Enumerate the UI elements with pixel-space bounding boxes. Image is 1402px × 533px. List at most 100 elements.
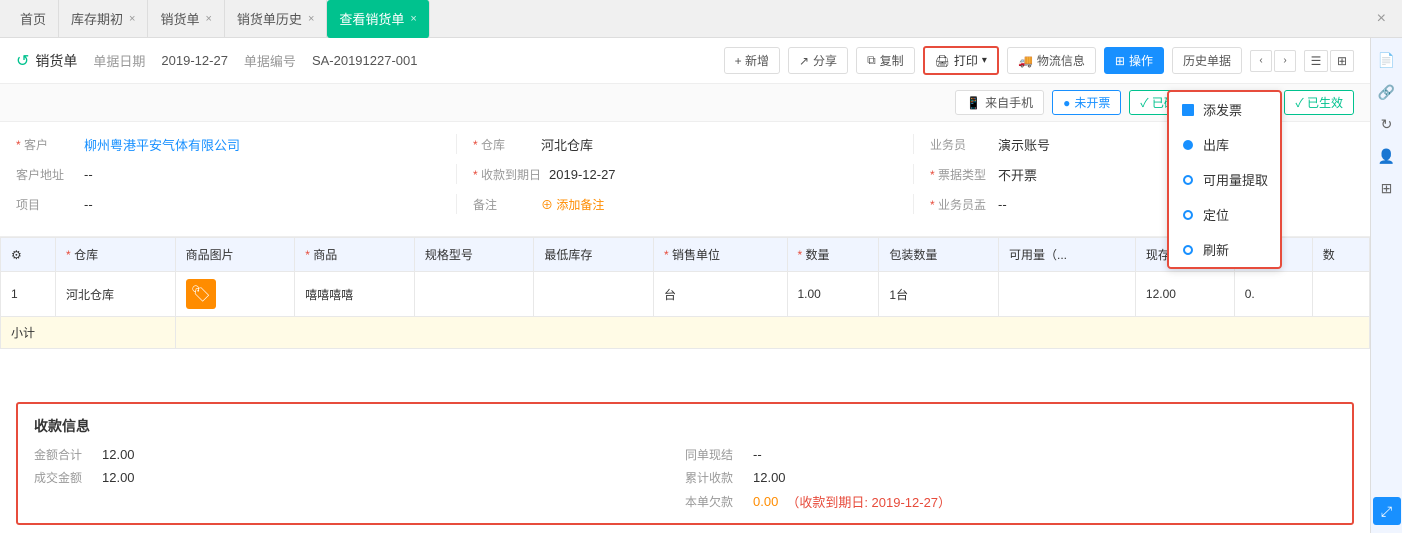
- staff2-label: 业务员盂: [930, 196, 990, 213]
- number-label: 单据编号: [244, 51, 296, 70]
- refresh-item[interactable]: 刷新: [1169, 232, 1280, 267]
- row-available: [998, 272, 1135, 317]
- list-view-button[interactable]: ☰: [1304, 50, 1328, 72]
- out-warehouse-item[interactable]: 出库: [1169, 127, 1280, 162]
- available-extract-icon: [1181, 173, 1195, 187]
- history-button[interactable]: 历史单据: [1172, 47, 1242, 74]
- tab-view-sales[interactable]: 查看销货单 ×: [327, 0, 429, 38]
- sidebar-expand-icon[interactable]: ⤢: [1373, 497, 1401, 525]
- doc-actions: + 新增 ↗ 分享 ⧉ 复制 🖨 打印 ▾ 🚚 物流信息: [724, 46, 1354, 75]
- due-date-field: 收款到期日 2019-12-27: [473, 166, 897, 183]
- row-num: 1: [1, 272, 56, 317]
- amount-total-row: 金额合计 12.00: [34, 446, 685, 463]
- effective-badge: ✓ 已生效: [1284, 90, 1354, 115]
- row-unit: 台: [654, 272, 787, 317]
- sidebar-user-icon[interactable]: 👤: [1373, 142, 1401, 170]
- staff-label: 业务员: [930, 136, 990, 153]
- global-close-button[interactable]: ×: [1369, 10, 1394, 28]
- col-available: 可用量（...: [998, 238, 1135, 272]
- col-product: 商品: [295, 238, 415, 272]
- document-header: ↺ 销货单 单据日期 2019-12-27 单据编号 SA-20191227-0…: [0, 38, 1370, 84]
- col-unit: 销售单位: [654, 238, 787, 272]
- grid-view-button[interactable]: ⊞: [1330, 50, 1354, 72]
- not-open-button[interactable]: ● 未开票: [1052, 90, 1121, 115]
- note-label: 备注: [473, 196, 533, 213]
- balance-label: 本单欠款: [685, 493, 745, 510]
- staff2-field: 业务员盂 --: [930, 196, 1354, 213]
- col-spec: 规格型号: [414, 238, 534, 272]
- deal-amount-value: 12.00: [102, 470, 135, 485]
- share-button[interactable]: ↗ 分享: [788, 47, 848, 74]
- tab-sales-order[interactable]: 销货单 ×: [148, 0, 224, 38]
- view-toggle: ☰ ⊞: [1304, 50, 1354, 72]
- doc-title: ↺ 销货单: [16, 51, 77, 71]
- row-qty: 1.00: [787, 272, 879, 317]
- circle-icon: ●: [1063, 96, 1070, 110]
- col-extra: 数: [1312, 238, 1369, 272]
- ticket-type-label: 票据类型: [930, 166, 990, 183]
- amount-total-label: 金额合计: [34, 446, 94, 463]
- available-extract-item[interactable]: 可用量提取: [1169, 162, 1280, 197]
- address-label: 客户地址: [16, 166, 76, 183]
- next-button[interactable]: ›: [1274, 50, 1296, 72]
- tab-home[interactable]: 首页: [8, 0, 59, 38]
- warehouse-field: 仓库 河北仓库: [473, 135, 897, 154]
- customer-value[interactable]: 柳州粤港平安气体有限公司: [84, 135, 240, 154]
- same-order-value: --: [753, 447, 762, 462]
- project-field: 项目 --: [16, 196, 440, 213]
- row-stock: 12.00: [1135, 272, 1234, 317]
- close-tab-inventory[interactable]: ×: [129, 13, 135, 25]
- sidebar-grid-icon[interactable]: ⊞: [1373, 174, 1401, 202]
- data-table: ⚙ 仓库 商品图片 商品 规格型号 最低库存 销售单位 数量 包装数量 可用量（…: [0, 237, 1370, 349]
- payment-info-section: 收款信息 金额合计 12.00 成交金额 12.00 同单现结 --: [16, 402, 1354, 525]
- col-min-stock: 最低库存: [534, 238, 654, 272]
- new-button[interactable]: + 新增: [724, 47, 780, 74]
- balance-row: 本单欠款 0.00 （收款到期日: 2019-12-27）: [685, 492, 1336, 511]
- due-date-label: 收款到期日: [473, 166, 541, 183]
- date-value: 2019-12-27: [161, 53, 228, 68]
- customer-label: 客户: [16, 136, 76, 153]
- sidebar-doc-icon[interactable]: 📄: [1373, 46, 1401, 74]
- operations-button[interactable]: ⊞ 操作: [1104, 47, 1164, 74]
- note-field: 备注 ⊕ 添加备注: [473, 196, 897, 213]
- staff2-value: --: [998, 197, 1007, 212]
- print-dropdown-icon: ▾: [982, 55, 987, 66]
- right-sidebar: 📄 🔗 ↻ 👤 ⊞ ⤢: [1370, 38, 1402, 533]
- locate-icon: [1181, 208, 1195, 222]
- table-header-row: ⚙ 仓库 商品图片 商品 规格型号 最低库存 销售单位 数量 包装数量 可用量（…: [1, 238, 1370, 272]
- row-product: 嘻嘻嘻嘻: [295, 272, 415, 317]
- sales-order-icon: ↺: [16, 51, 29, 71]
- tab-sales-history[interactable]: 销货单历史 ×: [225, 0, 327, 38]
- prev-button[interactable]: ‹: [1250, 50, 1272, 72]
- close-tab-history[interactable]: ×: [308, 13, 314, 25]
- close-tab-sales[interactable]: ×: [205, 13, 211, 25]
- tab-inventory-init[interactable]: 库存期初 ×: [59, 0, 148, 38]
- customer-field: 客户 柳州粤港平安气体有限公司: [16, 135, 440, 154]
- print-button[interactable]: 🖨 打印 ▾: [923, 46, 999, 75]
- row-warehouse: 河北仓库: [56, 272, 176, 317]
- locate-item[interactable]: 定位: [1169, 197, 1280, 232]
- add-invoice-item[interactable]: 添发票: [1169, 92, 1280, 127]
- ticket-type-field: 票据类型 不开票: [930, 165, 1354, 184]
- copy-button[interactable]: ⧉ 复制: [856, 47, 915, 74]
- add-note-button[interactable]: ⊕ 添加备注: [541, 196, 604, 213]
- amount-total-value: 12.00: [102, 447, 135, 462]
- check-icon: ✓: [1140, 96, 1148, 110]
- cumulative-row: 累计收款 12.00: [685, 469, 1336, 486]
- col-product-img: 商品图片: [175, 238, 295, 272]
- col-warehouse: 仓库: [56, 238, 176, 272]
- close-tab-view[interactable]: ×: [410, 13, 416, 25]
- logistics-button[interactable]: 🚚 物流信息: [1007, 47, 1096, 74]
- row-pkg-qty: 1台: [879, 272, 999, 317]
- print-icon: 🖨: [935, 54, 950, 68]
- tab-bar: 首页 库存期初 × 销货单 × 销货单历史 × 查看销货单 × ×: [0, 0, 1402, 38]
- subtotal-label: 小计: [1, 317, 176, 349]
- payment-title: 收款信息: [34, 416, 1336, 436]
- balance-value: 0.00: [753, 494, 778, 509]
- ticket-type-value: 不开票: [998, 165, 1037, 184]
- sidebar-rotate-icon[interactable]: ↻: [1373, 110, 1401, 138]
- col-settings[interactable]: ⚙: [1, 238, 56, 272]
- from-phone-button[interactable]: 📱 来自手机: [955, 90, 1044, 115]
- staff-field: 业务员 演示账号: [930, 135, 1354, 154]
- sidebar-link-icon[interactable]: 🔗: [1373, 78, 1401, 106]
